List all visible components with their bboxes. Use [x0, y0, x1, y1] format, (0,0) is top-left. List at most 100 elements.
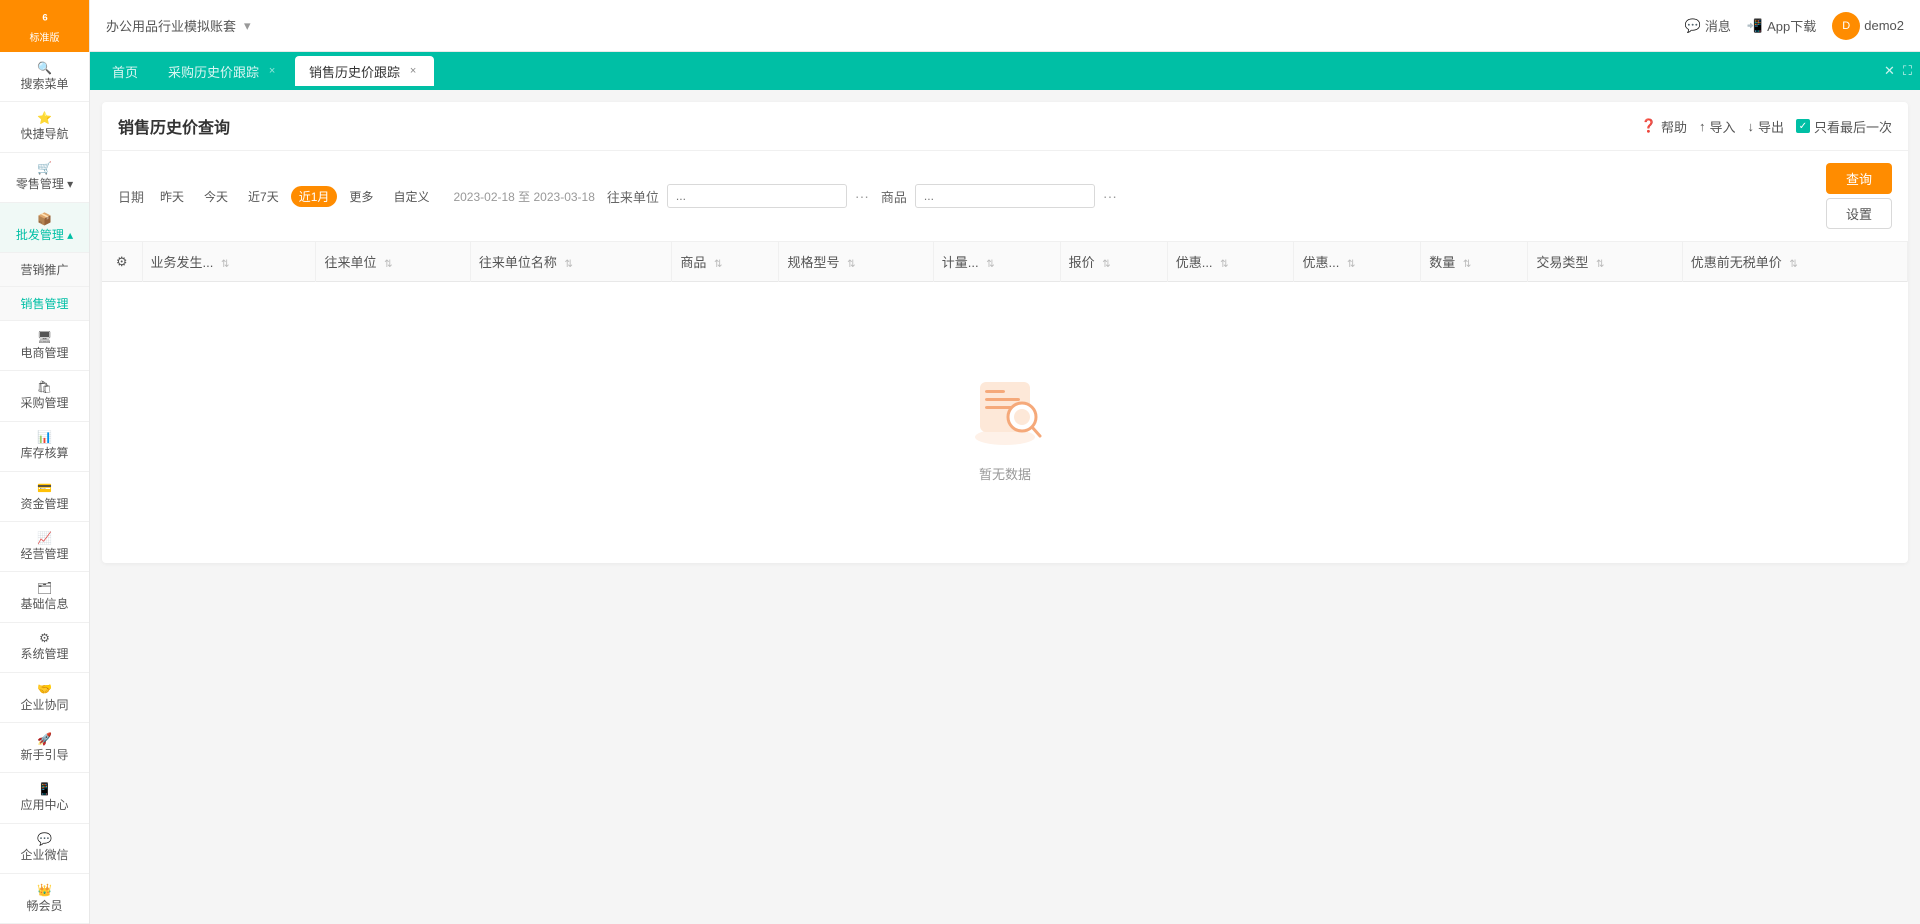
- export-label: 导出: [1758, 117, 1784, 136]
- purchase-icon: 🛍: [37, 380, 52, 394]
- partner-filter-label: 往来单位: [607, 187, 659, 206]
- search-menu-icon: 🔍: [37, 61, 52, 75]
- sidebar-item-wholesale-mgmt[interactable]: 📦 批发管理 ▴: [0, 203, 89, 253]
- logo-icon: 6: [29, 8, 61, 27]
- sidebar-item-member[interactable]: 👑 畅会员: [0, 874, 89, 924]
- app-download-button[interactable]: 📲 App下载: [1747, 16, 1816, 35]
- only-last-label: 只看最后一次: [1814, 117, 1892, 136]
- sidebar-item-app-center[interactable]: 📱 应用中心: [0, 773, 89, 823]
- sidebar-sub-item-marketing[interactable]: 营销推广: [0, 253, 89, 287]
- sidebar-item-label: 库存核算: [20, 446, 68, 462]
- table-wrapper: ⚙ 业务发生... ⇅ 往来单位 ⇅ 往来单位名称 ⇅ 商品 ⇅ 规格型号 ⇅ …: [102, 242, 1908, 563]
- sidebar-item-beginner-guide[interactable]: 🚀 新手引导: [0, 723, 89, 773]
- sidebar-item-operations-mgmt[interactable]: 📈 经营管理: [0, 522, 89, 572]
- topbar-dropdown-icon[interactable]: ▾: [244, 18, 251, 34]
- sidebar-item-inventory-check[interactable]: 📊 库存核算: [0, 422, 89, 472]
- table-col-discount1[interactable]: 优惠... ⇅: [1167, 242, 1294, 282]
- settings-button[interactable]: 设置: [1826, 198, 1892, 229]
- tab-purchase-history-close[interactable]: ×: [265, 64, 279, 78]
- date-option-yesterday[interactable]: 昨天: [152, 186, 192, 207]
- sidebar-item-label: 资金管理: [20, 497, 68, 513]
- date-option-today[interactable]: 今天: [196, 186, 236, 207]
- tab-bar: 首页 采购历史价跟踪 × 销售历史价跟踪 × ✕ ⛶: [90, 52, 1920, 90]
- partner-filter-group: 往来单位 ···: [607, 184, 869, 208]
- finance-icon: 💳: [37, 481, 52, 495]
- table-col-unit[interactable]: 计量... ⇅: [933, 242, 1060, 282]
- product-filter-label: 商品: [881, 187, 907, 206]
- help-button[interactable]: ❓ 帮助: [1641, 117, 1687, 136]
- operations-icon: 📈: [37, 531, 52, 545]
- sidebar-item-ecommerce-mgmt[interactable]: 🖥 电商管理: [0, 321, 89, 371]
- table-col-partner-code[interactable]: 往来单位 ⇅: [316, 242, 470, 282]
- sidebar-item-label: 经营管理: [20, 547, 68, 563]
- enterprise-agreement-icon: 🤝: [37, 682, 52, 696]
- app-center-icon: 📱: [37, 782, 52, 796]
- export-icon: ↓: [1747, 119, 1754, 134]
- sidebar-item-search-menu[interactable]: 🔍 搜索菜单: [0, 52, 89, 102]
- ecommerce-icon: 🖥: [37, 330, 52, 344]
- table-col-settings[interactable]: ⚙: [102, 242, 142, 282]
- sidebar-item-enterprise-agreement[interactable]: 🤝 企业协同: [0, 673, 89, 723]
- logo-text: 标准版: [30, 29, 60, 44]
- import-label: 导入: [1709, 117, 1735, 136]
- date-option-7days[interactable]: 近7天: [240, 186, 287, 207]
- app-download-icon: 📲: [1747, 18, 1763, 34]
- message-icon: 💬: [1685, 18, 1701, 34]
- table-col-discount2[interactable]: 优惠... ⇅: [1294, 242, 1421, 282]
- empty-illustration: [960, 362, 1050, 452]
- tabs-right-controls: ✕ ⛶: [1884, 63, 1912, 79]
- filter-bar: 日期 昨天 今天 近7天 近1月 更多 自定义 2023-02-18 至 202…: [102, 151, 1908, 242]
- sidebar-sub-item-sales-mgmt[interactable]: 销售管理: [0, 287, 89, 321]
- sidebar-item-basic-info[interactable]: 🗂 基础信息: [0, 572, 89, 622]
- sidebar-item-label: 基础信息: [20, 597, 68, 613]
- table-col-spec[interactable]: 规格型号 ⇅: [779, 242, 933, 282]
- close-all-tabs-button[interactable]: ✕: [1884, 63, 1895, 79]
- table-col-pre-tax-price[interactable]: 优惠前无税单价 ⇅: [1682, 242, 1907, 282]
- expand-window-button[interactable]: ⛶: [1903, 63, 1912, 79]
- export-button[interactable]: ↓ 导出: [1747, 117, 1784, 136]
- only-last-checkbox[interactable]: ✓ 只看最后一次: [1796, 117, 1892, 136]
- table-col-product[interactable]: 商品 ⇅: [672, 242, 779, 282]
- user-avatar: D: [1832, 12, 1860, 40]
- product-filter-group: 商品 ···: [881, 184, 1117, 208]
- tab-purchase-history-label: 采购历史价跟踪: [168, 62, 259, 81]
- table-header-row: ⚙ 业务发生... ⇅ 往来单位 ⇅ 往来单位名称 ⇅ 商品 ⇅ 规格型号 ⇅ …: [102, 242, 1908, 282]
- partner-input[interactable]: [667, 184, 847, 208]
- table-col-business-date[interactable]: 业务发生... ⇅: [142, 242, 316, 282]
- sidebar-item-finance-mgmt[interactable]: 💳 资金管理: [0, 472, 89, 522]
- wholesale-mgmt-icon: 📦: [37, 212, 52, 226]
- table-col-quote[interactable]: 报价 ⇅: [1060, 242, 1167, 282]
- date-option-custom[interactable]: 自定义: [385, 186, 437, 207]
- table-col-partner-name[interactable]: 往来单位名称 ⇅: [470, 242, 672, 282]
- tab-purchase-history[interactable]: 采购历史价跟踪 ×: [154, 56, 293, 86]
- data-table: ⚙ 业务发生... ⇅ 往来单位 ⇅ 往来单位名称 ⇅ 商品 ⇅ 规格型号 ⇅ …: [102, 242, 1908, 282]
- sidebar-item-system-mgmt[interactable]: ⚙ 系统管理: [0, 623, 89, 673]
- empty-text: 暂无数据: [979, 464, 1031, 483]
- tab-home[interactable]: 首页: [98, 56, 152, 86]
- import-button[interactable]: ↑ 导入: [1699, 117, 1736, 136]
- partner-more-icon[interactable]: ···: [855, 188, 869, 204]
- sidebar-sub-section: 营销推广 销售管理: [0, 253, 89, 321]
- sidebar-item-label: 零售管理 ▾: [16, 177, 73, 193]
- sidebar-item-label: 企业微信: [20, 848, 68, 864]
- tab-sales-history[interactable]: 销售历史价跟踪 ×: [295, 56, 434, 86]
- sidebar-item-label: 电商管理: [20, 346, 68, 362]
- sidebar-item-purchase-mgmt[interactable]: 🛍 采购管理: [0, 371, 89, 421]
- page-title: 销售历史价查询: [118, 114, 230, 138]
- table-col-trade-type[interactable]: 交易类型 ⇅: [1528, 242, 1682, 282]
- date-option-more[interactable]: 更多: [341, 186, 381, 207]
- sidebar-item-label: 新手引导: [20, 748, 68, 764]
- enterprise-wechat-icon: 💬: [37, 832, 52, 846]
- query-button[interactable]: 查询: [1826, 163, 1892, 194]
- tab-sales-history-close[interactable]: ×: [406, 64, 420, 78]
- date-option-1month[interactable]: 近1月: [291, 186, 338, 207]
- message-button[interactable]: 💬 消息: [1685, 16, 1731, 35]
- sidebar-item-retail-mgmt[interactable]: 🛒 零售管理 ▾: [0, 153, 89, 203]
- user-menu[interactable]: D demo2: [1832, 12, 1904, 40]
- sidebar-item-quick-nav[interactable]: ⭐ 快捷导航: [0, 102, 89, 152]
- product-more-icon[interactable]: ···: [1103, 188, 1117, 204]
- sidebar-sub-label: 营销推广: [20, 261, 68, 278]
- sidebar-item-enterprise-wechat[interactable]: 💬 企业微信: [0, 824, 89, 874]
- product-input[interactable]: [915, 184, 1095, 208]
- table-col-quantity[interactable]: 数量 ⇅: [1421, 242, 1528, 282]
